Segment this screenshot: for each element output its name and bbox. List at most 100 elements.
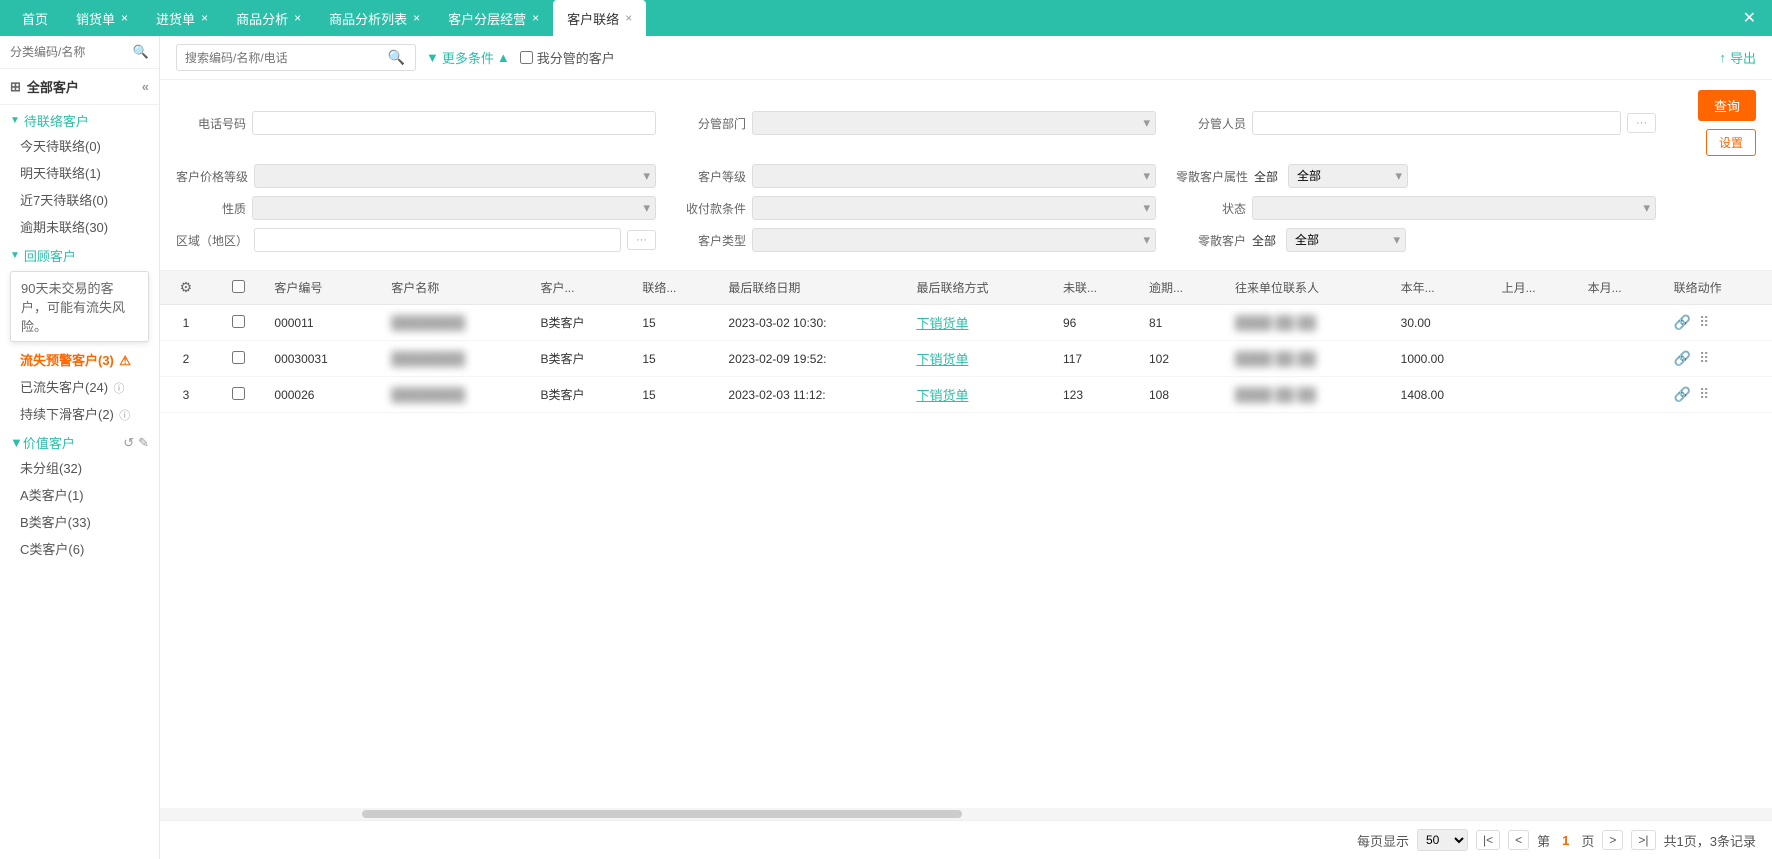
retail-customer-label: 零散客户 (1176, 232, 1246, 249)
tab-close-sales-order[interactable]: × (121, 11, 128, 25)
status-label: 状态 (1176, 200, 1246, 217)
filter-retail-attr: 零散客户属性 全部 全部 (1176, 164, 1656, 188)
tab-sales-order[interactable]: 销货单 × (62, 0, 142, 36)
sidebar-item-class-a[interactable]: A类客户(1) (0, 481, 159, 508)
prev-page-button[interactable]: < (1508, 830, 1529, 850)
sidebar-item-tomorrow-contact[interactable]: 明天待联络(1) (0, 159, 159, 186)
select-all-checkbox[interactable] (232, 280, 245, 293)
phone-label: 电话号码 (176, 115, 246, 132)
row-overdue: 102 (1139, 341, 1225, 377)
sidebar-item-class-c[interactable]: C类客户(6) (0, 535, 159, 562)
row-checkbox[interactable] (212, 341, 265, 377)
sidebar-item-class-b[interactable]: B类客户(33) (0, 508, 159, 535)
sidebar-search-input[interactable] (10, 45, 129, 59)
filter-department: 分管部门 (676, 111, 1156, 135)
region-input[interactable] (254, 228, 621, 252)
row-index: 2 (160, 341, 212, 377)
horizontal-scrollbar[interactable] (160, 808, 1772, 820)
search-input[interactable] (185, 51, 386, 65)
filter-region: 区域（地区） ··· (176, 228, 656, 252)
pagination-bar: 每页显示 10 20 50 100 |< < 第 1 页 > >| 共1页，3条… (160, 820, 1772, 859)
sidebar-item-lost-customers[interactable]: 已流失客户(24) ⓘ (0, 373, 159, 400)
tab-purchase-order[interactable]: 进货单 × (142, 0, 222, 36)
row-checkbox[interactable] (212, 305, 265, 341)
sidebar-item-at-risk-warning[interactable]: 流失预警客户(3) ⚠ (0, 346, 159, 373)
col-this-month: 本月... (1578, 271, 1664, 305)
settings-button[interactable]: 设置 (1706, 129, 1756, 156)
region-dots-btn[interactable]: ··· (627, 230, 656, 250)
action-menu-icon[interactable]: ⠿ (1699, 314, 1709, 331)
export-button[interactable]: ↑ 导出 (1719, 48, 1756, 67)
row-checkbox[interactable] (212, 377, 265, 413)
tab-close-customer-segmentation[interactable]: × (532, 11, 539, 25)
section-arrow-2: ▼ (10, 250, 20, 261)
tab-close-product-analysis[interactable]: × (294, 11, 301, 25)
info-icon-2: ⓘ (119, 410, 130, 422)
search-button[interactable]: 🔍 (386, 49, 407, 66)
my-customers-checkbox[interactable] (520, 51, 533, 64)
retail-attr-select[interactable]: 全部 (1288, 164, 1408, 188)
edit-icon[interactable]: ✎ (138, 435, 149, 451)
sidebar-item-overdue-contact[interactable]: 逾期未联络(30) (0, 213, 159, 240)
next-page-button[interactable]: > (1602, 830, 1623, 850)
customer-level-select[interactable] (752, 164, 1156, 188)
phone-input[interactable] (252, 111, 656, 135)
more-conditions-button[interactable]: ▼ 更多条件 ▲ (426, 48, 510, 67)
nature-select-wrapper (252, 196, 656, 220)
sidebar-item-declining-customers[interactable]: 持续下滑客户(2) ⓘ (0, 400, 159, 427)
tab-customer-contact[interactable]: 客户联络 × (553, 0, 646, 36)
col-last-contact-date: 最后联络日期 (718, 271, 906, 305)
sidebar-item-7day-contact[interactable]: 近7天待联络(0) (0, 186, 159, 213)
filter-retail-customer: 零散客户 全部 全部 (1176, 228, 1656, 252)
department-select[interactable] (752, 111, 1156, 135)
retail-customer-select[interactable]: 全部 (1286, 228, 1406, 252)
payment-terms-select[interactable] (752, 196, 1156, 220)
query-button[interactable]: 查询 (1698, 90, 1756, 121)
sidebar-item-unclassified[interactable]: 未分组(32) (0, 454, 159, 481)
tab-product-analysis[interactable]: 商品分析 × (222, 0, 315, 36)
action-menu-icon[interactable]: ⠿ (1699, 386, 1709, 403)
tab-close-purchase-order[interactable]: × (201, 11, 208, 25)
value-customers-section: ▼ 价值客户 ↺ ✎ (0, 427, 159, 454)
tab-bar: 首页 销货单 × 进货单 × 商品分析 × 商品分析列表 × 客户分层经营 × … (0, 0, 1772, 36)
tab-close-customer-contact[interactable]: × (625, 11, 632, 25)
customer-type-select[interactable] (752, 228, 1156, 252)
tab-customer-segmentation[interactable]: 客户分层经营 × (434, 0, 553, 36)
manager-dots-btn[interactable]: ··· (1627, 113, 1656, 133)
action-menu-icon[interactable]: ⠿ (1699, 350, 1709, 367)
action-link-icon[interactable]: 🔗 (1674, 350, 1691, 367)
manager-input[interactable] (1252, 111, 1621, 135)
at-risk-section: ▼ 回顾客户 (0, 240, 159, 267)
row-last-contact-date: 2023-03-02 10:30: (718, 305, 906, 341)
row-code: 000026 (264, 377, 381, 413)
last-page-button[interactable]: >| (1631, 830, 1655, 850)
row-name: ████████ (381, 305, 530, 341)
action-link-icon[interactable]: 🔗 (1674, 314, 1691, 331)
action-link-icon[interactable]: 🔗 (1674, 386, 1691, 403)
row-overdue: 108 (1139, 377, 1225, 413)
collapse-icon[interactable]: « (142, 79, 149, 94)
row-code: 00030031 (264, 341, 381, 377)
tab-close-product-analysis-list[interactable]: × (413, 11, 420, 25)
price-level-select-wrapper (254, 164, 656, 188)
export-icon: ↑ (1719, 50, 1726, 65)
sidebar-item-today-contact[interactable]: 今天待联络(0) (0, 132, 159, 159)
scrollbar-thumb[interactable] (362, 810, 962, 818)
row-last-contact-method: 下销货单 (906, 341, 1053, 377)
department-select-wrapper (752, 111, 1156, 135)
status-select[interactable] (1252, 196, 1656, 220)
tab-home[interactable]: 首页 (8, 0, 62, 36)
section-arrow: ▼ (10, 115, 20, 126)
sidebar-all-customers[interactable]: ⊞ 全部客户 « (0, 69, 159, 105)
per-page-select[interactable]: 10 20 50 100 (1417, 829, 1468, 851)
table-settings-icon[interactable]: ⚙ (180, 279, 193, 295)
price-level-select[interactable] (254, 164, 656, 188)
nature-select[interactable] (252, 196, 656, 220)
refresh-icon[interactable]: ↺ (123, 435, 134, 451)
my-customers-checkbox-label[interactable]: 我分管的客户 (520, 48, 615, 67)
window-close-button[interactable]: ✕ (1735, 8, 1764, 28)
col-contact-person: 往来单位联系人 (1225, 271, 1391, 305)
retail-customer-select-wrapper: 全部 (1286, 228, 1406, 252)
first-page-button[interactable]: |< (1476, 830, 1500, 850)
tab-product-analysis-list[interactable]: 商品分析列表 × (315, 0, 434, 36)
